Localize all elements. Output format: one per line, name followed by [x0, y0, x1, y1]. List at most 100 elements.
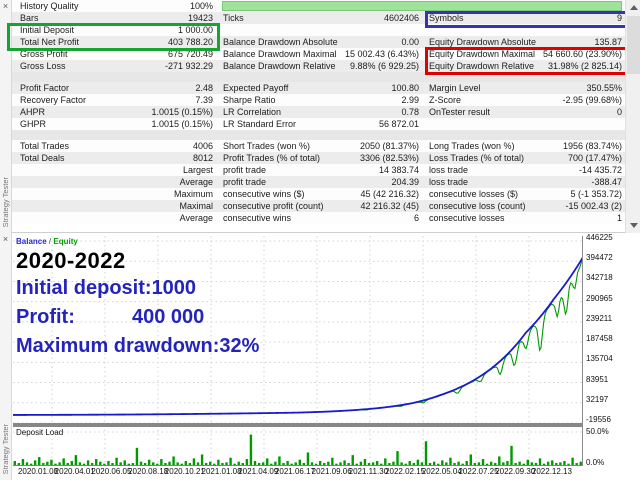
- stat-cell: Expected Payoff 100.80: [218, 82, 424, 94]
- stat-label: Symbols: [429, 13, 464, 23]
- table-row: AHPR 1.0015 (0.15%) LR Correlation 0.78 OnTe…: [12, 106, 625, 118]
- arrow-down-icon: [629, 223, 638, 228]
- stat-value: Maximum: [173, 189, 213, 199]
- table-row: Average consecutive wins 6 consecutive loss…: [12, 212, 625, 224]
- stat-label: Long Trades (won %): [429, 141, 515, 151]
- stat-cell: [424, 24, 625, 36]
- stat-cell: consecutive losses ($) 5 (-1 353.72): [424, 188, 625, 200]
- scroll-down-button[interactable]: [626, 218, 640, 233]
- stat-value: 100%: [189, 1, 213, 11]
- stat-label: Equity Drawdown Absolute: [429, 37, 537, 47]
- close-icon[interactable]: ×: [3, 1, 8, 11]
- stat-cell: Equity Drawdown Maximal 54 660.60 (23.90%…: [424, 48, 625, 60]
- vertical-tab-graph[interactable]: × Strategy Tester: [0, 233, 12, 480]
- table-scrollbar[interactable]: [625, 0, 640, 233]
- stat-value: 7.39: [195, 95, 213, 105]
- stat-label: Recovery Factor: [20, 95, 87, 105]
- y-axis-tick: 83951: [586, 374, 609, 384]
- stat-cell: Average: [12, 212, 218, 224]
- y-axis-tick: -19556: [586, 414, 611, 424]
- arrow-up-icon: [629, 5, 638, 10]
- table-row: Total Deals 8012 Profit Trades (% of total…: [12, 152, 625, 164]
- stat-value: -271 932.29: [164, 61, 213, 71]
- stat-label: Profit Trades (% of total): [223, 153, 321, 163]
- stat-value: Average: [179, 177, 213, 187]
- stat-cell: Average: [12, 176, 218, 188]
- stat-cell: profit trade 204.39: [218, 176, 424, 188]
- y-axis-tick: 187458: [586, 334, 613, 344]
- stat-cell: consecutive profit (count) 42 216.32 (45): [218, 200, 424, 212]
- stat-cell: Profit Trades (% of total) 3306 (82.53%): [218, 152, 424, 164]
- legend-balance: Balance: [16, 237, 47, 246]
- stat-value: 54 660.60 (23.90%): [542, 49, 622, 59]
- stat-cell: AHPR 1.0015 (0.15%): [12, 106, 218, 118]
- stat-label: Expected Payoff: [223, 83, 289, 93]
- stat-cell: Balance Drawdown Absolute 0.00: [218, 36, 424, 48]
- stat-label: consecutive profit (count): [223, 201, 324, 211]
- stat-cell: Gross Loss -271 932.29: [12, 60, 218, 72]
- backtest-stats-table: History Quality 100% Bars 19423 Ticks 4602406…: [12, 0, 625, 233]
- stat-cell: Equity Drawdown Absolute 135.87: [424, 36, 625, 48]
- stat-label: Loss Trades (% of total): [429, 153, 525, 163]
- vertical-tab-label: Strategy Tester: [1, 176, 10, 227]
- annotation-title: 2020-2022: [16, 248, 126, 273]
- legend-equity: Equity: [53, 237, 78, 246]
- stat-value: 4602406: [383, 13, 419, 23]
- table-row: Maximum consecutive wins ($) 45 (42 216.32…: [12, 188, 625, 200]
- stat-label: Z-Score: [429, 95, 462, 105]
- stat-cell: GHPR 1.0015 (0.15%): [12, 118, 218, 130]
- stat-value: 8012: [192, 153, 213, 163]
- stat-cell: Equity Drawdown Relative 31.98% (2 825.14…: [424, 60, 625, 72]
- stat-cell: Balance Drawdown Relative 9.88% (6 929.25…: [218, 60, 424, 72]
- scrollbar-thumb[interactable]: [627, 16, 640, 74]
- history-quality-progress-bar: [222, 1, 622, 11]
- stat-value: 31.98% (2 825.14): [547, 61, 622, 71]
- stat-value: 5 (-1 353.72): [570, 189, 622, 199]
- stat-cell: Initial Deposit 1 000.00: [12, 24, 218, 36]
- scroll-up-button[interactable]: [626, 0, 640, 15]
- stat-label: profit trade: [223, 177, 267, 187]
- stat-cell: Gross Profit 675 720.49: [12, 48, 218, 60]
- stat-cell: consecutive wins 6: [218, 212, 424, 224]
- stat-label: AHPR: [20, 107, 46, 117]
- y-axis-tick: 446225: [586, 233, 613, 242]
- table-separator-row: [12, 72, 625, 82]
- table-row: Profit Factor 2.48 Expected Payoff 100.80 Ma…: [12, 82, 625, 94]
- stat-cell: Total Trades 4006: [12, 140, 218, 152]
- close-icon[interactable]: ×: [3, 234, 8, 244]
- stat-label: Total Deals: [20, 153, 65, 163]
- stat-label: Total Net Profit: [20, 37, 80, 47]
- stat-value: 4006: [192, 141, 213, 151]
- stat-value: 204.39: [391, 177, 419, 187]
- stat-value: -15 002.43 (2): [565, 201, 622, 211]
- stat-cell: OnTester result 0: [424, 106, 625, 118]
- stat-value: 1956 (83.74%): [562, 141, 622, 151]
- stat-value: 0: [616, 107, 622, 117]
- stat-cell: [218, 24, 424, 36]
- stat-value: 45 (42 216.32): [360, 189, 419, 199]
- table-row: History Quality 100%: [12, 0, 625, 12]
- deposit-load-y-label: 50.0%: [586, 427, 609, 436]
- y-axis-tick: 342718: [586, 273, 613, 283]
- stat-value: 6: [413, 213, 419, 223]
- deposit-load-label: Deposit Load: [16, 428, 64, 437]
- balance-chart-pane: Balance / Equity 2020-2022 Initial depos…: [12, 233, 640, 480]
- stat-label: Equity Drawdown Relative: [429, 61, 535, 71]
- stat-cell: Long Trades (won %) 1956 (83.74%): [424, 140, 625, 152]
- stat-value: 135.87: [594, 37, 622, 47]
- stat-value: 700 (17.47%): [567, 153, 622, 163]
- stat-value: 2.48: [195, 83, 213, 93]
- stat-value: 100.80: [391, 83, 419, 93]
- stat-cell: Z-Score -2.95 (99.68%): [424, 94, 625, 106]
- vertical-tab-results[interactable]: × Strategy Tester: [0, 0, 12, 233]
- stat-cell: consecutive wins ($) 45 (42 216.32): [218, 188, 424, 200]
- stat-label: Balance Drawdown Absolute: [223, 37, 338, 47]
- stat-label: consecutive losses ($): [429, 189, 519, 199]
- stat-cell: Balance Drawdown Maximal 15 002.43 (6.43%…: [218, 48, 424, 60]
- stat-value: 1.0015 (0.15%): [151, 107, 213, 117]
- table-row: Gross Loss -271 932.29 Balance Drawdown Re…: [12, 60, 625, 72]
- stat-cell: Total Net Profit 403 788.20: [12, 36, 218, 48]
- stat-cell: profit trade 14 383.74: [218, 164, 424, 176]
- stat-label: Profit Factor: [20, 83, 70, 93]
- stat-value: 19423: [187, 13, 213, 23]
